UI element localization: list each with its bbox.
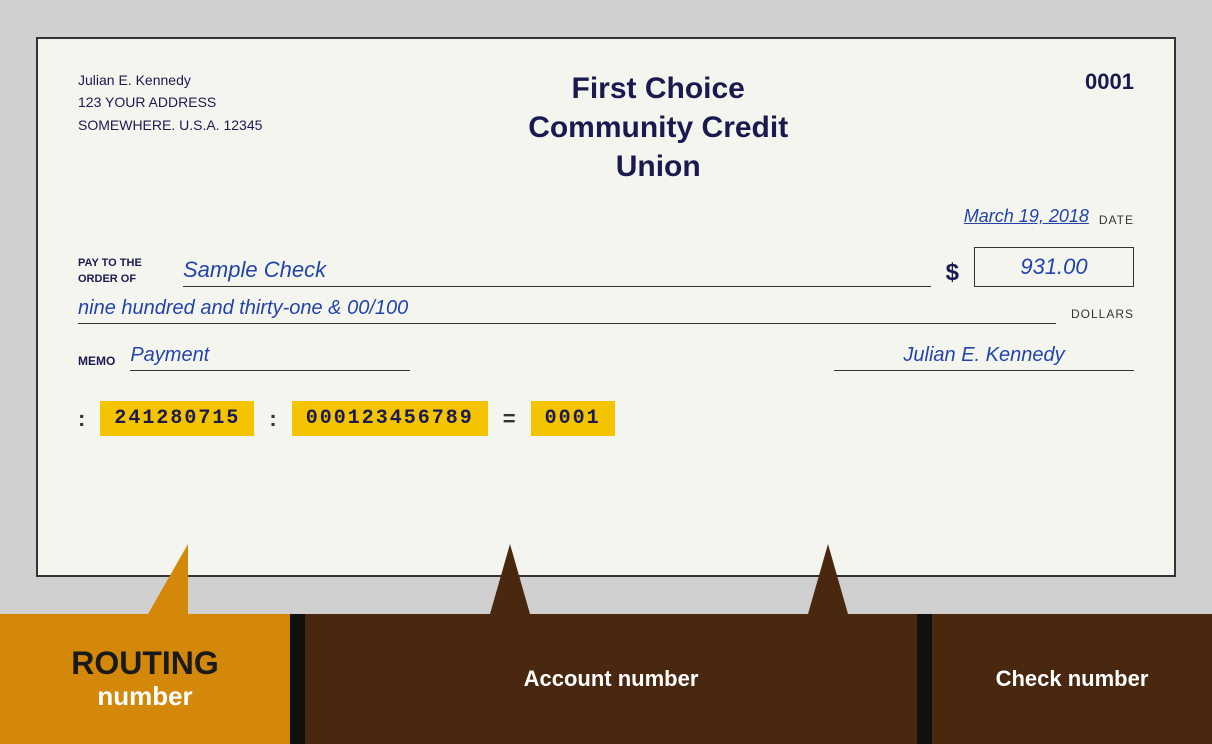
micr-symbol-left: :: [78, 406, 85, 432]
gap1: [290, 614, 300, 744]
account-label: Account number: [305, 614, 917, 744]
check-number-arrow: [808, 544, 848, 614]
signature-value: Julian E. Kennedy: [903, 344, 1064, 366]
dollars-label: DOLLARS: [1071, 307, 1134, 324]
payee-line: Sample Check: [183, 257, 931, 287]
pay-row: PAY TO THE ORDER OF Sample Check $ 931.0…: [78, 247, 1134, 287]
payer-address1: 123 YOUR ADDRESS: [78, 91, 262, 113]
memo-label: MEMO: [78, 354, 115, 371]
payee-name: Sample Check: [183, 257, 326, 282]
check-area: Julian E. Kennedy 123 YOUR ADDRESS SOMEW…: [0, 0, 1212, 614]
memo-value: Payment: [130, 344, 209, 366]
account-label-text: Account number: [524, 666, 699, 692]
gap2: [922, 614, 932, 744]
routing-title: ROUTING: [71, 646, 219, 681]
micr-routing: 241280715: [100, 401, 254, 436]
check-number-label: Check number: [932, 614, 1212, 744]
amount-box: 931.00: [974, 247, 1134, 287]
date-label: DATE: [1099, 213, 1134, 227]
signature-line: Julian E. Kennedy: [834, 344, 1134, 371]
written-amount-line: nine hundred and thirty-one & 00/100: [78, 297, 1056, 324]
written-amount: nine hundred and thirty-one & 00/100: [78, 297, 408, 319]
routing-arrow: [148, 544, 188, 614]
bottom-section: ROUTING number Account number Check numb…: [0, 614, 1212, 744]
signature-area: Julian E. Kennedy: [834, 344, 1134, 371]
check-number-label-text: Check number: [996, 666, 1149, 692]
micr-account: 000123456789: [292, 401, 488, 436]
payer-name: Julian E. Kennedy: [78, 69, 262, 91]
memo-left: MEMO Payment: [78, 344, 834, 371]
bank-name: First Choice Community Credit Union: [528, 69, 788, 186]
micr-symbol-right: :: [269, 406, 276, 432]
micr-check-number: 0001: [531, 401, 615, 436]
memo-row: MEMO Payment Julian E. Kennedy: [78, 344, 1134, 371]
check: Julian E. Kennedy 123 YOUR ADDRESS SOMEW…: [36, 37, 1176, 577]
date-value: March 19, 2018: [964, 206, 1089, 227]
account-arrow: [490, 544, 530, 614]
dollar-sign: $: [946, 259, 959, 287]
payer-address2: SOMEWHERE. U.S.A. 12345: [78, 114, 262, 136]
date-row: March 19, 2018 DATE: [78, 206, 1134, 227]
payer-address: Julian E. Kennedy 123 YOUR ADDRESS SOMEW…: [78, 69, 262, 136]
routing-label: ROUTING number: [0, 614, 290, 744]
amount-value: 931.00: [1020, 254, 1087, 279]
check-top: Julian E. Kennedy 123 YOUR ADDRESS SOMEW…: [78, 69, 1134, 186]
micr-symbol-equals: =: [503, 406, 516, 432]
written-amount-row: nine hundred and thirty-one & 00/100 DOL…: [78, 297, 1134, 324]
routing-sub: number: [97, 681, 192, 712]
memo-line: Payment: [130, 344, 410, 371]
pay-label: PAY TO THE ORDER OF: [78, 256, 168, 287]
check-number-top: 0001: [1054, 69, 1134, 95]
micr-row: : 241280715 : 000123456789 = 0001: [78, 401, 1134, 436]
